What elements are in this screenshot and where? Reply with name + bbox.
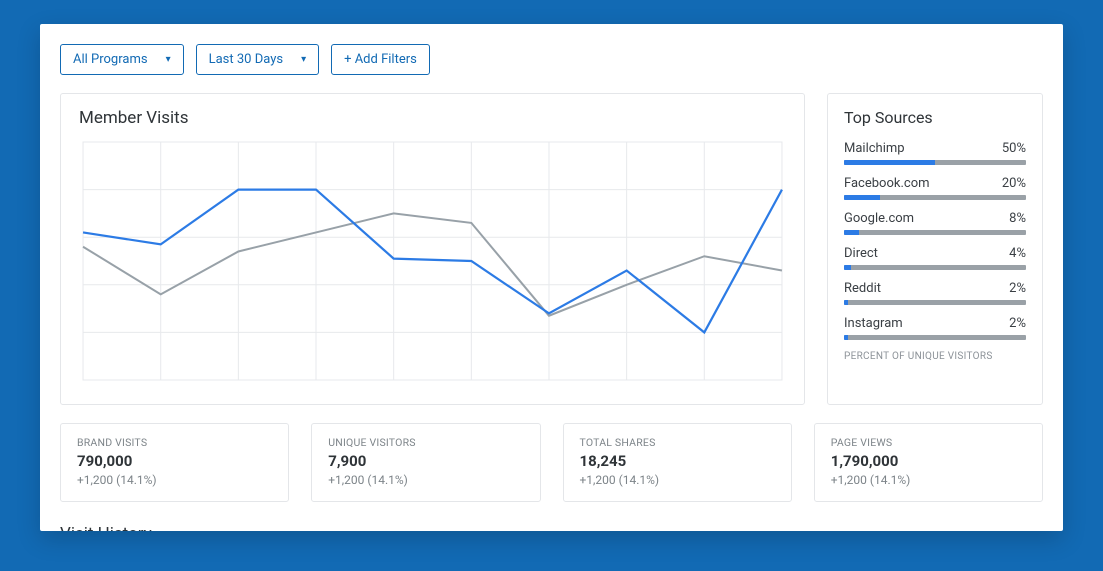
stat-delta: +1,200 (14.1%): [580, 473, 775, 487]
chevron-down-icon: ▾: [301, 54, 306, 65]
date-range-filter[interactable]: Last 30 Days ▾: [196, 44, 320, 75]
stat-value: 790,000: [77, 452, 272, 470]
top-row: Member Visits Top Sources Mailchimp 50% Fa…: [60, 93, 1043, 405]
source-bar: [844, 265, 1026, 270]
source-bar-fill: [844, 335, 848, 340]
date-range-label: Last 30 Days: [209, 52, 283, 67]
stat-delta: +1,200 (14.1%): [77, 473, 272, 487]
top-sources-list: Mailchimp 50% Facebook.com 20% Google.com 8% D…: [844, 141, 1026, 340]
chart-title: Member Visits: [79, 108, 786, 128]
source-bar-fill: [844, 195, 880, 200]
chart-series-b: [83, 213, 782, 315]
stat-card: TOTAL SHARES 18,245 +1,200 (14.1%): [563, 423, 792, 502]
source-bar-fill: [844, 300, 848, 305]
source-percent: 2%: [1009, 316, 1026, 331]
stat-value: 7,900: [328, 452, 523, 470]
source-row: Direct 4%: [844, 246, 1026, 270]
top-sources-footnote: PERCENT OF UNIQUE VISITORS: [844, 351, 1026, 362]
source-percent: 4%: [1009, 246, 1026, 261]
source-bar: [844, 335, 1026, 340]
source-percent: 20%: [1002, 176, 1026, 191]
source-label: Google.com: [844, 211, 914, 226]
visit-history-title: Visit History: [60, 524, 1043, 531]
source-row: Instagram 2%: [844, 316, 1026, 340]
source-label: Direct: [844, 246, 878, 261]
source-label: Reddit: [844, 281, 881, 296]
chevron-down-icon: ▾: [166, 54, 171, 65]
source-row: Facebook.com 20%: [844, 176, 1026, 200]
source-bar: [844, 195, 1026, 200]
source-bar-fill: [844, 160, 935, 165]
source-percent: 8%: [1009, 211, 1026, 226]
stat-card: PAGE VIEWS 1,790,000 +1,200 (14.1%): [814, 423, 1043, 502]
source-percent: 50%: [1002, 141, 1026, 156]
stat-value: 18,245: [580, 452, 775, 470]
filter-bar: All Programs ▾ Last 30 Days ▾ + Add Filt…: [60, 44, 1043, 75]
source-row: Google.com 8%: [844, 211, 1026, 235]
member-visits-chart: [79, 138, 786, 386]
dashboard-page: All Programs ▾ Last 30 Days ▾ + Add Filt…: [40, 24, 1063, 531]
stat-label: BRAND VISITS: [77, 436, 272, 449]
add-filters-label: + Add Filters: [344, 52, 417, 67]
member-visits-card: Member Visits: [60, 93, 805, 405]
source-bar: [844, 230, 1026, 235]
source-row: Reddit 2%: [844, 281, 1026, 305]
add-filters-button[interactable]: + Add Filters: [331, 44, 430, 75]
top-sources-title: Top Sources: [844, 108, 1026, 127]
stat-value: 1,790,000: [831, 452, 1026, 470]
source-percent: 2%: [1009, 281, 1026, 296]
stat-delta: +1,200 (14.1%): [831, 473, 1026, 487]
stat-label: TOTAL SHARES: [580, 436, 775, 449]
source-bar-fill: [844, 230, 859, 235]
stat-label: PAGE VIEWS: [831, 436, 1026, 449]
stats-row: BRAND VISITS790,000+1,200 (14.1%)UNIQUE …: [60, 423, 1043, 502]
source-label: Mailchimp: [844, 141, 905, 156]
source-label: Instagram: [844, 316, 903, 331]
source-row: Mailchimp 50%: [844, 141, 1026, 165]
program-filter[interactable]: All Programs ▾: [60, 44, 184, 75]
stat-card: UNIQUE VISITORS 7,900 +1,200 (14.1%): [311, 423, 540, 502]
stat-label: UNIQUE VISITORS: [328, 436, 523, 449]
source-label: Facebook.com: [844, 176, 930, 191]
chart-grid: [83, 142, 782, 380]
top-sources-card: Top Sources Mailchimp 50% Facebook.com 20% G…: [827, 93, 1043, 405]
program-filter-label: All Programs: [73, 52, 148, 67]
stat-card: BRAND VISITS 790,000 +1,200 (14.1%): [60, 423, 289, 502]
chart-series-a: [83, 190, 782, 333]
source-bar: [844, 300, 1026, 305]
stat-delta: +1,200 (14.1%): [328, 473, 523, 487]
source-bar: [844, 160, 1026, 165]
source-bar-fill: [844, 265, 851, 270]
